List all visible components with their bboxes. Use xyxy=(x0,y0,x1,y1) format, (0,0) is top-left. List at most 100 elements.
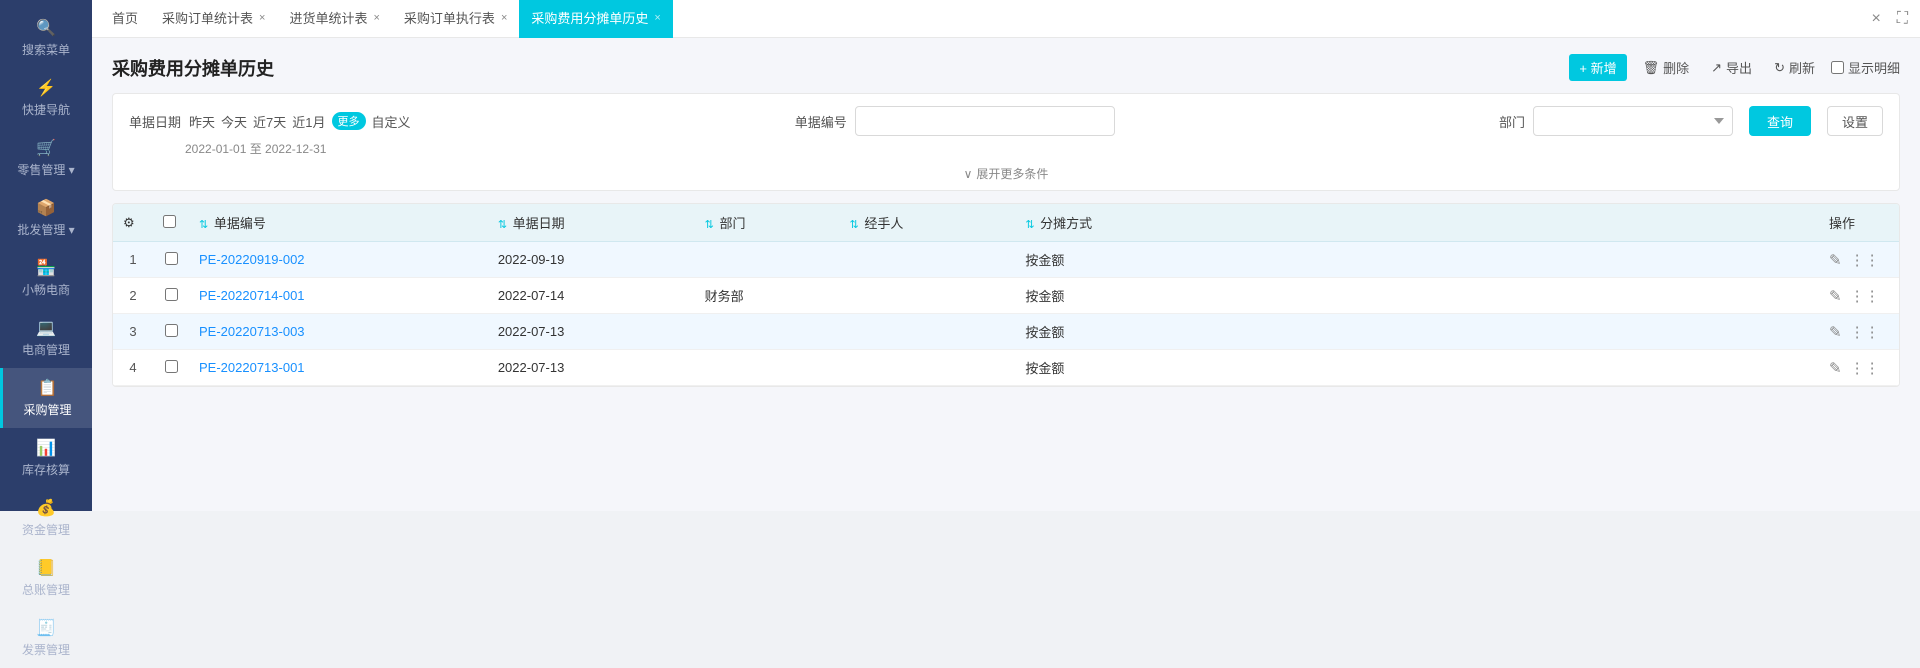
sidebar-item-mini-shop[interactable]: 🏪 小畅电商 xyxy=(0,248,92,308)
close-window-button[interactable]: × xyxy=(1867,8,1884,30)
row-docno-3[interactable]: PE-20220713-003 xyxy=(189,314,488,350)
row-docno-2[interactable]: PE-20220714-001 xyxy=(189,278,488,314)
more-icon-2[interactable]: ⋮⋮ xyxy=(1850,287,1880,305)
row-actions-1: ✎ ⋮⋮ xyxy=(1819,242,1899,278)
show-detail-checkbox-label[interactable]: 显示明细 xyxy=(1831,58,1900,77)
edit-icon-1[interactable]: ✎ xyxy=(1829,251,1842,269)
export-icon: ↗ xyxy=(1711,60,1722,76)
close-tab-purchase-order-stat[interactable]: × xyxy=(259,12,265,24)
sidebar: 🔍 搜索菜单 ⚡ 快捷导航 🛒 零售管理 ▾ 📦 批发管理 ▾ 🏪 小畅电商 💻… xyxy=(0,0,92,511)
sidebar-item-ecommerce[interactable]: 💻 电商管理 xyxy=(0,308,92,368)
filter-group-docno: 单据编号 xyxy=(795,106,1115,136)
sidebar-item-retail[interactable]: 🛒 零售管理 ▾ xyxy=(0,128,92,188)
inventory-icon: 📊 xyxy=(4,438,88,458)
close-tab-purchase-cost-split[interactable]: × xyxy=(654,12,660,24)
main-area: 首页 采购订单统计表 × 进货单统计表 × 采购订单执行表 × 采购费用分摊单历… xyxy=(92,0,1920,511)
th-doc-date[interactable]: ⇅ 单据日期 xyxy=(488,204,695,242)
table-row: 4 PE-20220713-001 2022-07-13 按金额 ✎ ⋮⋮ xyxy=(113,350,1899,386)
sidebar-item-wholesale[interactable]: 📦 批发管理 ▾ xyxy=(0,188,92,248)
edit-icon-4[interactable]: ✎ xyxy=(1829,359,1842,377)
close-tab-purchase-goods-stat[interactable]: × xyxy=(373,12,379,24)
date-range-display: 2022-01-01 至 2022-12-31 xyxy=(129,140,1883,157)
more-icon-1[interactable]: ⋮⋮ xyxy=(1850,251,1880,269)
row-split-method-3: 按金额 xyxy=(1015,314,1819,350)
filter-group-date: 单据日期 昨天 今天 近7天 近1月 更多 自定义 xyxy=(129,112,411,131)
invoice-icon: 🧾 xyxy=(4,618,88,638)
search-button[interactable]: 查询 xyxy=(1749,106,1811,136)
sidebar-item-search[interactable]: 🔍 搜索菜单 xyxy=(0,8,92,68)
sidebar-item-purchase[interactable]: 📋 采购管理 xyxy=(0,368,92,428)
dept-select[interactable] xyxy=(1533,106,1733,136)
th-check[interactable] xyxy=(153,204,189,242)
date-shortcut-custom[interactable]: 自定义 xyxy=(372,112,411,131)
delete-icon: 🗑 xyxy=(1643,60,1660,76)
toolbar: + 新增 🗑 删除 ↗ 导出 ↻ 刷新 显示明细 xyxy=(1569,54,1900,81)
show-detail-checkbox[interactable] xyxy=(1831,61,1844,74)
sidebar-item-quick-nav[interactable]: ⚡ 快捷导航 xyxy=(0,68,92,128)
tab-purchase-cost-split[interactable]: 采购费用分摊单历史 × xyxy=(519,0,672,38)
sort-icon-handler: ⇅ xyxy=(849,219,858,231)
row-docno-1[interactable]: PE-20220919-002 xyxy=(189,242,488,278)
date-shortcut-7days[interactable]: 近7天 xyxy=(253,112,286,131)
row-checkbox-2[interactable] xyxy=(165,288,178,301)
row-check-1[interactable] xyxy=(153,242,189,278)
row-dept-1 xyxy=(695,242,840,278)
tab-home[interactable]: 首页 xyxy=(100,0,150,38)
ecommerce-icon: 💻 xyxy=(4,318,88,338)
mini-shop-icon: 🏪 xyxy=(4,258,88,278)
refresh-button[interactable]: ↻ 刷新 xyxy=(1768,54,1821,81)
edit-icon-2[interactable]: ✎ xyxy=(1829,287,1842,305)
date-shortcut-more[interactable]: 更多 xyxy=(332,112,366,130)
close-tab-purchase-order-exec[interactable]: × xyxy=(501,12,507,24)
sidebar-item-inventory[interactable]: 📊 库存核算 xyxy=(0,428,92,488)
doc-no-link-2[interactable]: PE-20220714-001 xyxy=(199,288,305,303)
table-row: 2 PE-20220714-001 2022-07-14 财务部 按金额 ✎ ⋮… xyxy=(113,278,1899,314)
row-checkbox-4[interactable] xyxy=(165,360,178,373)
doc-no-link-1[interactable]: PE-20220919-002 xyxy=(199,252,305,267)
th-split-method[interactable]: ⇅ 分摊方式 xyxy=(1015,204,1819,242)
more-icon-4[interactable]: ⋮⋮ xyxy=(1850,359,1880,377)
th-handler[interactable]: ⇅ 经手人 xyxy=(839,204,1015,242)
doc-no-link-4[interactable]: PE-20220713-001 xyxy=(199,360,305,375)
row-handler-2 xyxy=(839,278,1015,314)
sidebar-item-finance[interactable]: 💰 资金管理 xyxy=(0,488,92,548)
content-area: 采购费用分摊单历史 + 新增 🗑 删除 ↗ 导出 ↻ 刷新 显示明细 xyxy=(92,38,1920,511)
row-check-2[interactable] xyxy=(153,278,189,314)
table-row: 1 PE-20220919-002 2022-09-19 按金额 ✎ ⋮⋮ xyxy=(113,242,1899,278)
edit-icon-3[interactable]: ✎ xyxy=(1829,323,1842,341)
doc-no-link-3[interactable]: PE-20220713-003 xyxy=(199,324,305,339)
add-button[interactable]: + 新增 xyxy=(1569,54,1626,81)
tab-purchase-order-stat[interactable]: 采购订单统计表 × xyxy=(150,0,277,38)
th-doc-no[interactable]: ⇅ 单据编号 xyxy=(189,204,488,242)
row-checkbox-1[interactable] xyxy=(165,252,178,265)
date-shortcut-yesterday[interactable]: 昨天 xyxy=(189,112,215,131)
tab-purchase-order-exec[interactable]: 采购订单执行表 × xyxy=(392,0,519,38)
maximize-window-button[interactable]: ⛶ xyxy=(1893,8,1912,30)
doc-no-input[interactable] xyxy=(855,106,1115,136)
row-split-method-1: 按金额 xyxy=(1015,242,1819,278)
row-num-3: 3 xyxy=(113,314,153,350)
row-split-method-4: 按金额 xyxy=(1015,350,1819,386)
tab-purchase-goods-stat[interactable]: 进货单统计表 × xyxy=(277,0,391,38)
select-all-checkbox[interactable] xyxy=(163,215,176,228)
date-shortcut-1month[interactable]: 近1月 xyxy=(292,112,325,131)
export-button[interactable]: ↗ 导出 xyxy=(1705,54,1758,81)
refresh-icon: ↻ xyxy=(1774,60,1785,76)
row-check-4[interactable] xyxy=(153,350,189,386)
th-dept[interactable]: ⇅ 部门 xyxy=(695,204,840,242)
delete-button[interactable]: 🗑 删除 xyxy=(1637,54,1696,81)
sidebar-item-invoice[interactable]: 🧾 发票管理 xyxy=(0,608,92,668)
row-docno-4[interactable]: PE-20220713-001 xyxy=(189,350,488,386)
row-check-3[interactable] xyxy=(153,314,189,350)
sidebar-item-accounting[interactable]: 📒 总账管理 xyxy=(0,548,92,608)
filter-group-dept: 部门 xyxy=(1499,106,1733,136)
more-icon-3[interactable]: ⋮⋮ xyxy=(1850,323,1880,341)
row-docdate-2: 2022-07-14 xyxy=(488,278,695,314)
row-checkbox-3[interactable] xyxy=(165,324,178,337)
filter-row-main: 单据日期 昨天 今天 近7天 近1月 更多 自定义 单据编号 xyxy=(129,106,1883,136)
th-settings[interactable]: ⚙ xyxy=(113,204,153,242)
row-handler-1 xyxy=(839,242,1015,278)
expand-more-button[interactable]: ∨ 展开更多条件 xyxy=(964,165,1049,182)
setting-button[interactable]: 设置 xyxy=(1827,106,1883,136)
date-shortcut-today[interactable]: 今天 xyxy=(221,112,247,131)
